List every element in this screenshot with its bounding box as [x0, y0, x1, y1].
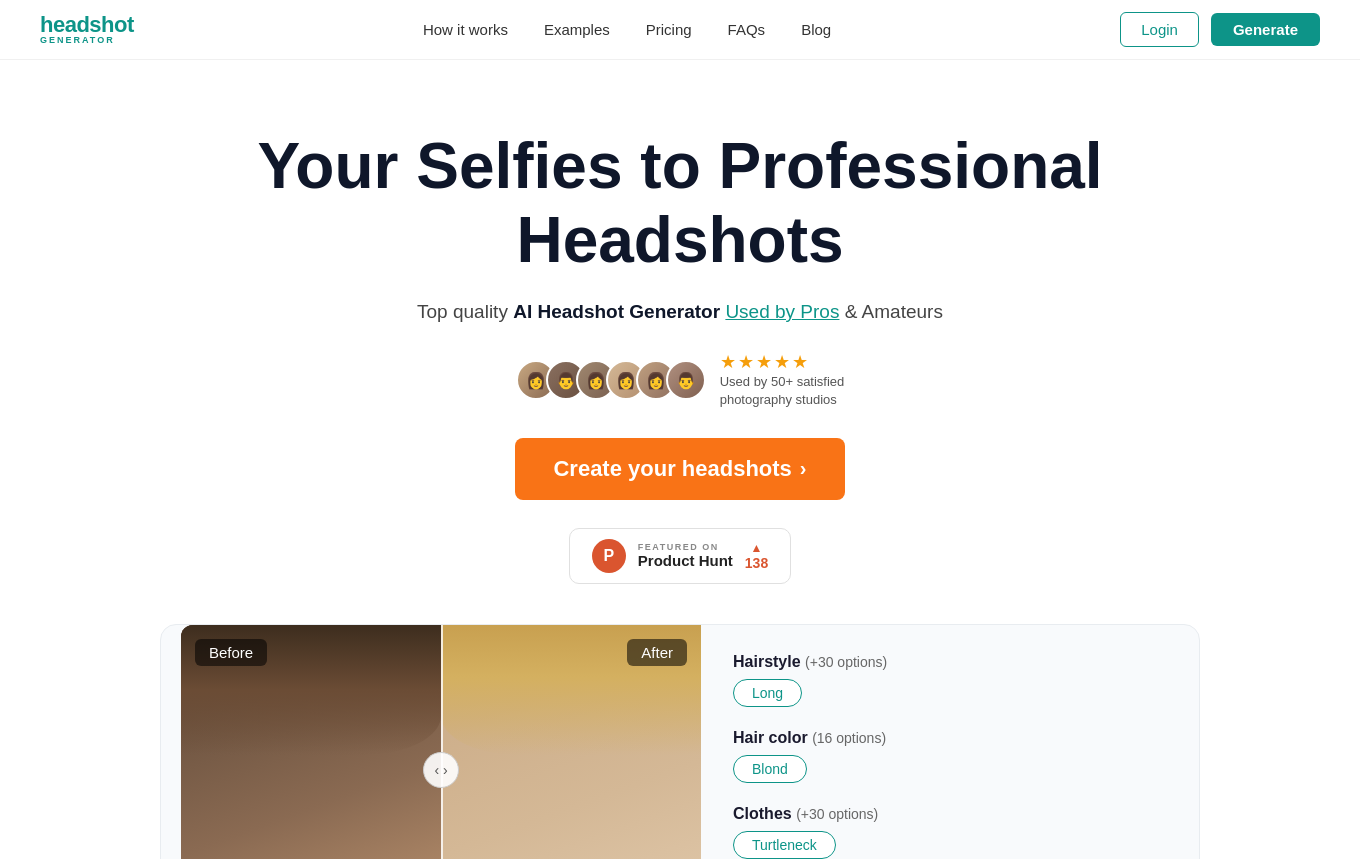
hero-subtitle: Top quality AI Headshot Generator Used b… — [20, 301, 1340, 323]
logo-sub: GENERATOR — [40, 36, 134, 45]
hairstyle-label: Hairstyle — [733, 653, 801, 670]
ph-upvote-arrow: ▲ — [751, 541, 763, 555]
nav-how-it-works[interactable]: How it works — [423, 21, 508, 38]
logo-name: headshot — [40, 14, 134, 36]
ph-badge-wrapper: P FEATURED ON Product Hunt ▲ 138 — [20, 528, 1340, 584]
login-button[interactable]: Login — [1120, 12, 1199, 47]
social-proof-row: 👩 👨 👩 👩 👩 👨 ★★★★★ Used by 50+ satisfiedp… — [20, 351, 1340, 409]
generate-button[interactable]: Generate — [1211, 13, 1320, 46]
ph-featured-label: FEATURED ON — [638, 542, 733, 552]
avatar-stack: 👩 👨 👩 👩 👩 👨 — [516, 360, 706, 400]
hairstyle-count: (+30 options) — [805, 654, 887, 670]
ph-vote-count: 138 — [745, 555, 768, 571]
hero-title: Your Selfies to Professional Headshots — [230, 130, 1130, 277]
demo-section: ‹ › Before After Hairstyle (+30 options)… — [160, 624, 1200, 859]
logo[interactable]: headshot GENERATOR — [40, 14, 134, 45]
nav-actions: Login Generate — [1120, 12, 1320, 47]
clothes-label: Clothes — [733, 805, 792, 822]
hair-color-selected[interactable]: Blond — [733, 755, 807, 783]
cta-label: Create your headshots — [553, 456, 791, 482]
nav-examples[interactable]: Examples — [544, 21, 610, 38]
avatar-6: 👨 — [666, 360, 706, 400]
label-before: Before — [195, 639, 267, 666]
before-after-toggle[interactable]: ‹ › — [423, 752, 459, 788]
cta-arrow-icon: › — [800, 457, 807, 480]
ph-product-name: Product Hunt — [638, 552, 733, 569]
navbar: headshot GENERATOR How it works Examples… — [0, 0, 1360, 60]
ph-text: FEATURED ON Product Hunt — [638, 542, 733, 569]
product-hunt-icon: P — [592, 539, 626, 573]
clothes-group: Clothes (+30 options) Turtleneck — [733, 805, 1147, 859]
ph-votes: ▲ 138 — [745, 541, 768, 571]
hairstyle-group: Hairstyle (+30 options) Long — [733, 653, 1147, 707]
avatar-info: ★★★★★ Used by 50+ satisfiedphotography s… — [720, 351, 845, 409]
divider-line — [441, 625, 443, 859]
create-headshots-button[interactable]: Create your headshots › — [515, 438, 844, 500]
avatar-info-text: Used by 50+ satisfiedphotography studios — [720, 373, 845, 409]
before-after-image: ‹ › Before After — [181, 625, 701, 859]
clothes-selected[interactable]: Turtleneck — [733, 831, 836, 859]
product-hunt-badge[interactable]: P FEATURED ON Product Hunt ▲ 138 — [569, 528, 791, 584]
hair-color-label: Hair color — [733, 729, 808, 746]
nav-blog[interactable]: Blog — [801, 21, 831, 38]
used-by-pros-link[interactable]: Used by Pros — [725, 301, 839, 322]
star-rating: ★★★★★ — [720, 351, 845, 373]
hairstyle-selected[interactable]: Long — [733, 679, 802, 707]
hair-color-count: (16 options) — [812, 730, 886, 746]
hero-section: Your Selfies to Professional Headshots T… — [0, 60, 1360, 624]
nav-faqs[interactable]: FAQs — [728, 21, 766, 38]
hair-color-group: Hair color (16 options) Blond — [733, 729, 1147, 783]
cta-wrapper: Create your headshots › — [20, 438, 1340, 528]
nav-pricing[interactable]: Pricing — [646, 21, 692, 38]
label-after: After — [627, 639, 687, 666]
options-panel: Hairstyle (+30 options) Long Hair color … — [701, 625, 1179, 859]
nav-links: How it works Examples Pricing FAQs Blog — [423, 21, 831, 39]
clothes-count: (+30 options) — [796, 806, 878, 822]
